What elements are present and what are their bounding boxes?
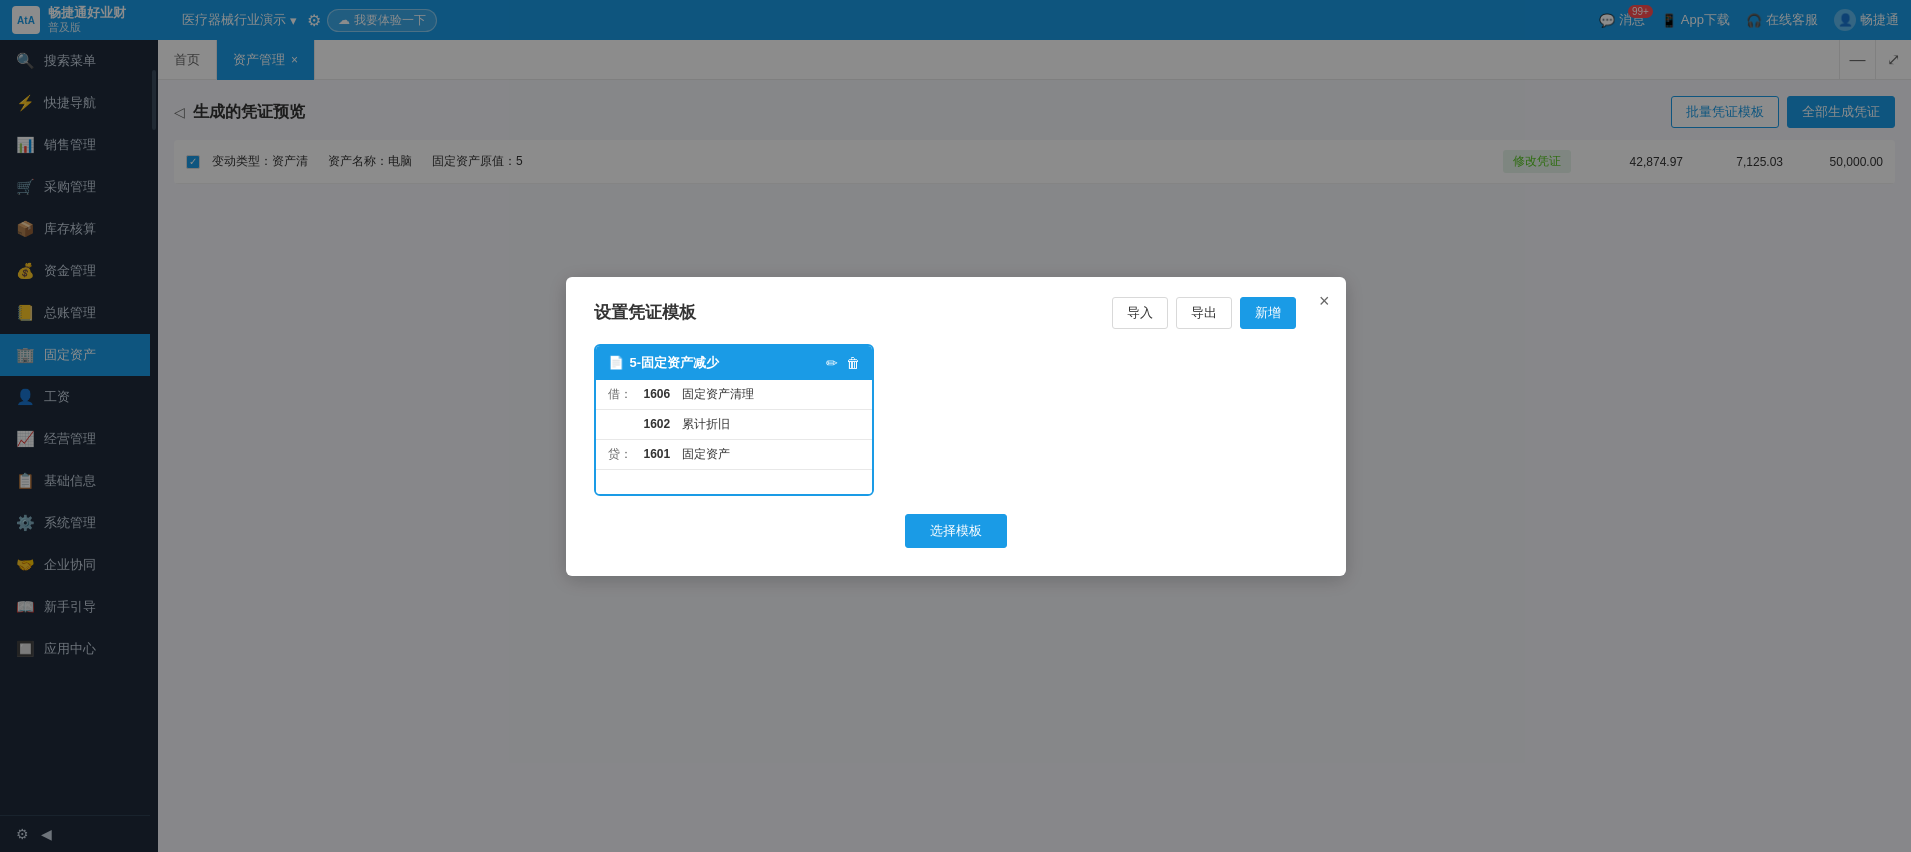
entry-name-3: 固定资产 <box>682 446 730 463</box>
entry-name-1: 固定资产清理 <box>682 386 754 403</box>
template-doc-icon: 📄 <box>608 355 624 370</box>
new-template-button[interactable]: 新增 <box>1240 297 1296 329</box>
export-button[interactable]: 导出 <box>1176 297 1232 329</box>
entry-name-2: 累计折旧 <box>682 416 730 433</box>
entry-code-3: 1601 <box>644 447 671 461</box>
entry-row-2: 1602 累计折旧 <box>596 410 872 440</box>
modal-toolbar: 导入 导出 新增 <box>1112 297 1296 329</box>
select-template-button[interactable]: 选择模板 <box>905 514 1007 548</box>
template-card-title: 📄 5-固定资产减少 <box>608 354 720 372</box>
entry-row-3: 贷： 1601 固定资产 <box>596 440 872 470</box>
entry-row-empty <box>596 470 872 494</box>
entry-row-1: 借： 1606 固定资产清理 <box>596 380 872 410</box>
modal-close-button[interactable]: × <box>1319 291 1330 312</box>
entry-code-2: 1602 <box>644 417 671 431</box>
entry-code-1: 1606 <box>644 387 671 401</box>
modal-overlay[interactable]: × 设置凭证模板 导入 导出 新增 📄 5-固定资产减少 ✏ 🗑 <box>0 0 1911 852</box>
entry-direction-3: 贷： <box>608 446 636 463</box>
template-card-body: 借： 1606 固定资产清理 1602 累计折旧 贷： 1601 固定资产 <box>596 380 872 494</box>
entry-direction-1: 借： <box>608 386 636 403</box>
template-card: 📄 5-固定资产减少 ✏ 🗑 借： 1606 固定资产清理 1602 累计折旧 <box>594 344 874 496</box>
template-card-actions: ✏ 🗑 <box>826 355 860 371</box>
modal-set-template: × 设置凭证模板 导入 导出 新增 📄 5-固定资产减少 ✏ 🗑 <box>566 277 1346 576</box>
import-button[interactable]: 导入 <box>1112 297 1168 329</box>
delete-template-icon[interactable]: 🗑 <box>846 355 860 371</box>
edit-template-icon[interactable]: ✏ <box>826 355 838 371</box>
template-card-header: 📄 5-固定资产减少 ✏ 🗑 <box>596 346 872 380</box>
